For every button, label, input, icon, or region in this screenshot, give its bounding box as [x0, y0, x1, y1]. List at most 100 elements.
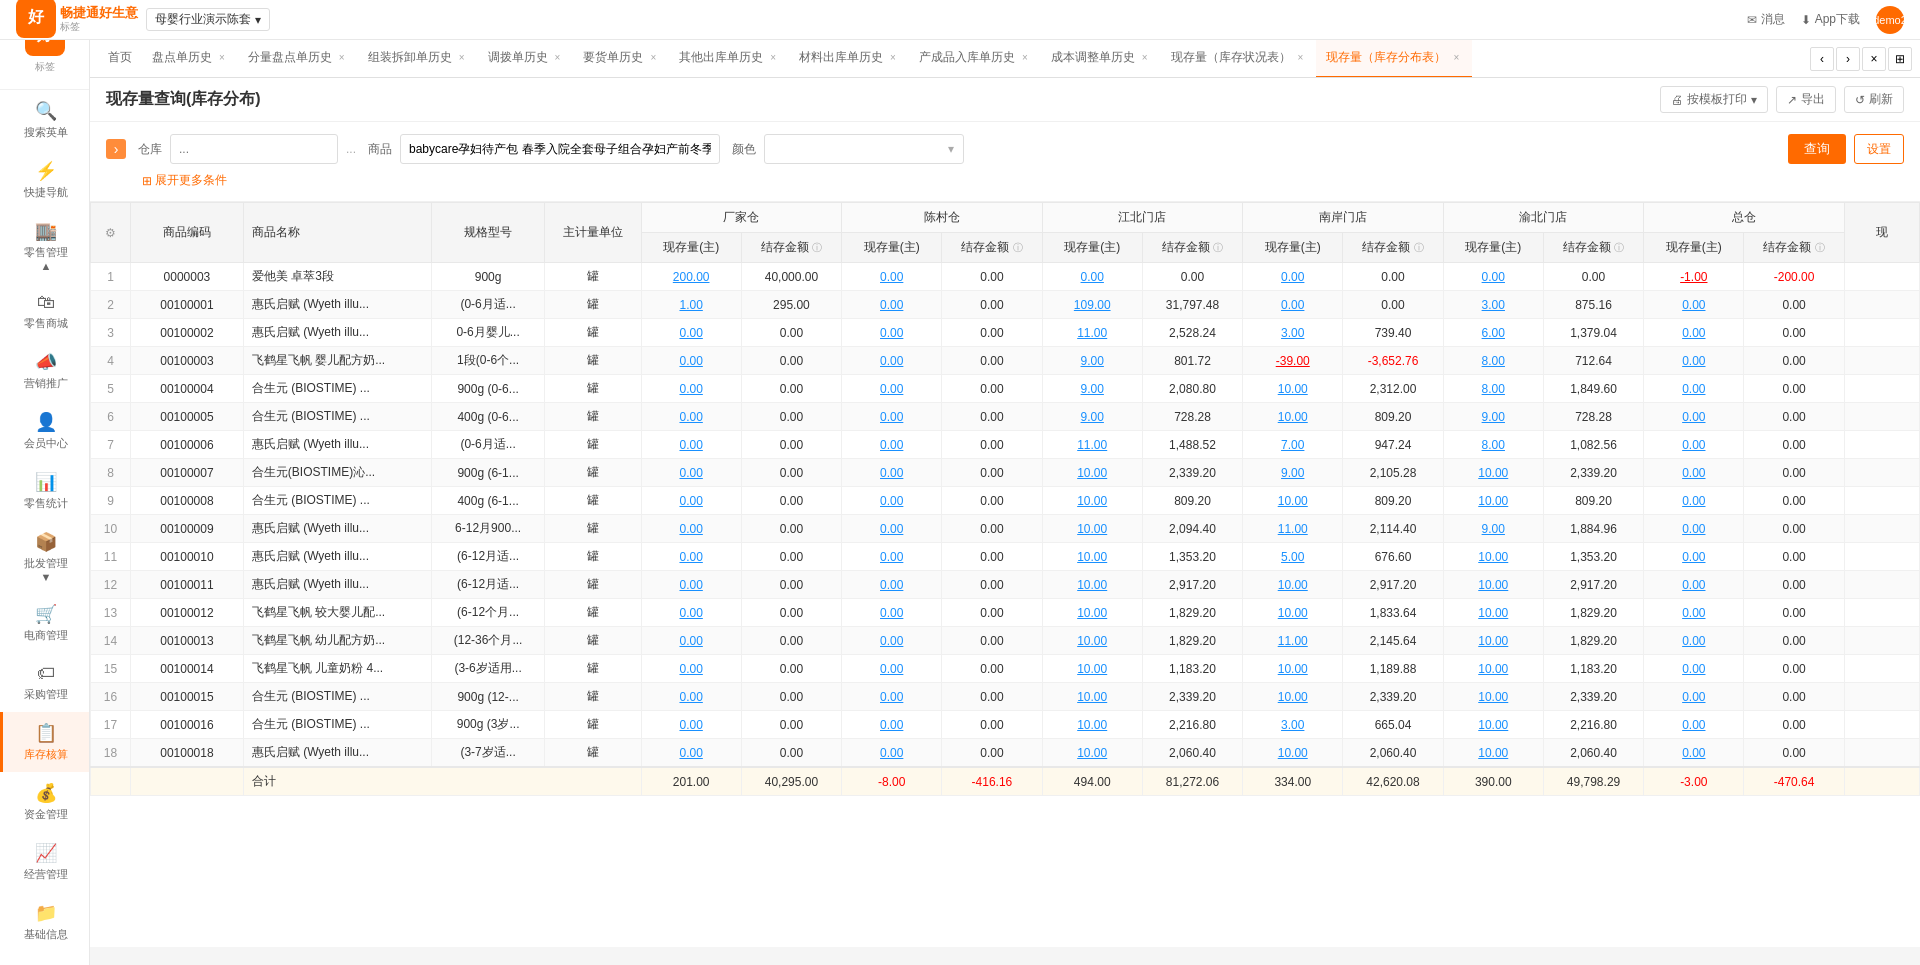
message-icon: ✉ [1747, 13, 1757, 27]
table-row: 200100001惠氏启赋 (Wyeth illu...(0-6月适...罐1.… [91, 291, 1920, 319]
tab-close-7[interactable]: × [887, 51, 899, 64]
sidebar-finance[interactable]: 💰 资金管理 [0, 772, 89, 832]
sidebar-marketing[interactable]: 📣 营销推广 [0, 341, 89, 401]
color-input[interactable] [764, 134, 964, 164]
sidebar-member[interactable]: 👤 会员中心 [0, 401, 89, 461]
info-icon-5[interactable]: ⓘ [1614, 242, 1624, 253]
sidebar-search-label: 搜索英单 [24, 125, 68, 140]
sidebar-ops[interactable]: 📈 经营管理 [0, 832, 89, 892]
finance-icon: 💰 [35, 782, 57, 804]
tab-close-9[interactable]: × [1139, 51, 1151, 64]
table-row: 600100005合生元 (BIOSTIME) ...400g (0-6...罐… [91, 403, 1920, 431]
export-btn[interactable]: ↗ 导出 [1776, 86, 1836, 113]
table-row: 1800100018惠氏启赋 (Wyeth illu...(3-7岁适...罐0… [91, 739, 1920, 768]
sidebar-retail-shop[interactable]: 🛍 零售商城 [0, 282, 89, 341]
tab-6[interactable]: 其他出库单历史 × [669, 40, 789, 78]
user-avatar[interactable]: demo2 [1876, 6, 1904, 34]
product-field: 商品 [368, 134, 720, 164]
tab-next-btn[interactable]: › [1836, 47, 1860, 71]
info-icon-3[interactable]: ⓘ [1213, 242, 1223, 253]
info-icon-2[interactable]: ⓘ [1013, 242, 1023, 253]
printer-icon: 🖨 [1671, 93, 1683, 107]
th-jb-amount: 结存金额 ⓘ [1142, 233, 1242, 263]
th-cs-stock: 现存量(主) [842, 233, 942, 263]
th-gear: ⚙ [91, 203, 131, 263]
tab-10[interactable]: 现存量（库存状况表） × [1161, 40, 1317, 78]
sidebar-retail-mgmt[interactable]: 🏬 零售管理 ▲ [0, 210, 89, 282]
tab-2[interactable]: 分量盘点单历史 × [238, 40, 358, 78]
table-row: 1100100010惠氏启赋 (Wyeth illu...(6-12月适...罐… [91, 543, 1920, 571]
table-row: 10000003爱他美 卓萃3段900g罐200.0040,000.000.00… [91, 263, 1920, 291]
setting-btn[interactable]: 设置 [1854, 134, 1904, 164]
sidebar-logo-text: 标签 [35, 60, 55, 74]
tab-prev-btn[interactable]: ‹ [1810, 47, 1834, 71]
tab-5[interactable]: 要货单历史 × [573, 40, 669, 78]
chevron-down-icon-print: ▾ [1751, 93, 1757, 107]
message-btn[interactable]: ✉ 消息 [1747, 11, 1785, 28]
page-title: 现存量查询(库存分布) [106, 89, 261, 110]
table-row: 700100006惠氏启赋 (Wyeth illu...(0-6月适...罐0.… [91, 431, 1920, 459]
tab-close-5[interactable]: × [647, 51, 659, 64]
expand-more-btn[interactable]: ⊞ 展开更多条件 [142, 172, 1904, 189]
page-header: 现存量查询(库存分布) 🖨 按模板打印 ▾ ↗ 导出 ↺ 刷新 [90, 78, 1920, 122]
refresh-btn[interactable]: ↺ 刷新 [1844, 86, 1904, 113]
tab-close-all-btn[interactable]: × [1862, 47, 1886, 71]
sidebar-ecommerce[interactable]: 🛒 电商管理 [0, 593, 89, 653]
search-row: › 仓库 ... 商品 颜色 ▾ 查询 设置 [106, 134, 1904, 164]
tab-close-6[interactable]: × [767, 51, 779, 64]
sidebar-purchase[interactable]: 🏷 采购管理 [0, 653, 89, 712]
info-icon-4[interactable]: ⓘ [1414, 242, 1424, 253]
th-jb-stock: 现存量(主) [1042, 233, 1142, 263]
th-yuibei: 渝北门店 [1443, 203, 1644, 233]
tab-8[interactable]: 产成品入库单历史 × [909, 40, 1041, 78]
table-row: 800100007合生元(BIOSTIME)沁...900g (6-1...罐0… [91, 459, 1920, 487]
sidebar-wholesale[interactable]: 📦 批发管理 ▼ [0, 521, 89, 593]
tab-close-3[interactable]: × [456, 51, 468, 64]
search-btn[interactable]: 查询 [1788, 134, 1846, 164]
table-row: 400100003飞鹤星飞帆 婴儿配方奶...1段(0-6个...罐0.000.… [91, 347, 1920, 375]
logo-area: 好 畅捷通好生意 标签 [16, 0, 138, 42]
warehouse-input[interactable] [170, 134, 338, 164]
header-actions: 🖨 按模板打印 ▾ ↗ 导出 ↺ 刷新 [1660, 86, 1904, 113]
tab-close-10[interactable]: × [1295, 51, 1307, 64]
tab-expand-btn[interactable]: ⊞ [1888, 47, 1912, 71]
tab-close-8[interactable]: × [1019, 51, 1031, 64]
sidebar-inventory[interactable]: 📋 库存核算 [0, 712, 89, 772]
sidebar-retail-stat[interactable]: 📊 零售统计 [0, 461, 89, 521]
table-row: 900100008合生元 (BIOSTIME) ...400g (6-1...罐… [91, 487, 1920, 515]
color-label: 颜色 [732, 141, 756, 158]
tab-7[interactable]: 材料出库单历史 × [789, 40, 909, 78]
tab-close-11[interactable]: × [1450, 51, 1462, 64]
sidebar-base-info[interactable]: 📁 基础信息 [0, 892, 89, 947]
tab-4[interactable]: 调拨单历史 × [478, 40, 574, 78]
product-input[interactable] [400, 134, 720, 164]
table-row: 1300100012飞鹤星飞帆 较大婴儿配...(6-12个月...罐0.000… [91, 599, 1920, 627]
app-download-btn[interactable]: ⬇ App下载 [1801, 11, 1860, 28]
info-icon-6[interactable]: ⓘ [1815, 242, 1825, 253]
warehouse-field: 仓库 ... [138, 134, 356, 164]
info-icon-1[interactable]: ⓘ [812, 242, 822, 253]
warehouse-more-icon[interactable]: ... [346, 142, 356, 156]
tab-close-4[interactable]: × [552, 51, 564, 64]
tab-bar: 首页 盘点单历史 × 分量盘点单历史 × 组装拆卸单历史 × 调拨单历史 × 要… [90, 40, 1920, 78]
tab-1[interactable]: 盘点单历史 × [142, 40, 238, 78]
tab-3[interactable]: 组装拆卸单历史 × [358, 40, 478, 78]
chevron-icon-wholesale: ▼ [41, 571, 52, 583]
expand-collapse-btn[interactable]: › [106, 139, 126, 159]
table-row: 300100002惠氏启赋 (Wyeth illu...0-6月婴儿...罐0.… [91, 319, 1920, 347]
th-jiangbei: 江北门店 [1042, 203, 1243, 233]
warehouse-label: 仓库 [138, 141, 162, 158]
tab-home[interactable]: 首页 [98, 40, 142, 78]
tab-close-2[interactable]: × [336, 51, 348, 64]
tab-11[interactable]: 现存量（库存分布表） × [1316, 40, 1472, 78]
ecommerce-icon: 🛒 [35, 603, 57, 625]
sidebar-quicknav[interactable]: ⚡ 快捷导航 [0, 150, 89, 210]
th-cs-amount: 结存金额 ⓘ [942, 233, 1042, 263]
th-f-amount: 结存金额 ⓘ [741, 233, 841, 263]
print-btn[interactable]: 🖨 按模板打印 ▾ [1660, 86, 1768, 113]
store-selector[interactable]: 母婴行业演示陈套 ▾ [146, 8, 270, 31]
tab-9[interactable]: 成本调整单历史 × [1041, 40, 1161, 78]
tab-close-1[interactable]: × [216, 51, 228, 64]
sidebar-search[interactable]: 🔍 搜索英单 [0, 90, 89, 150]
sidebar-ops-label: 经营管理 [24, 867, 68, 882]
